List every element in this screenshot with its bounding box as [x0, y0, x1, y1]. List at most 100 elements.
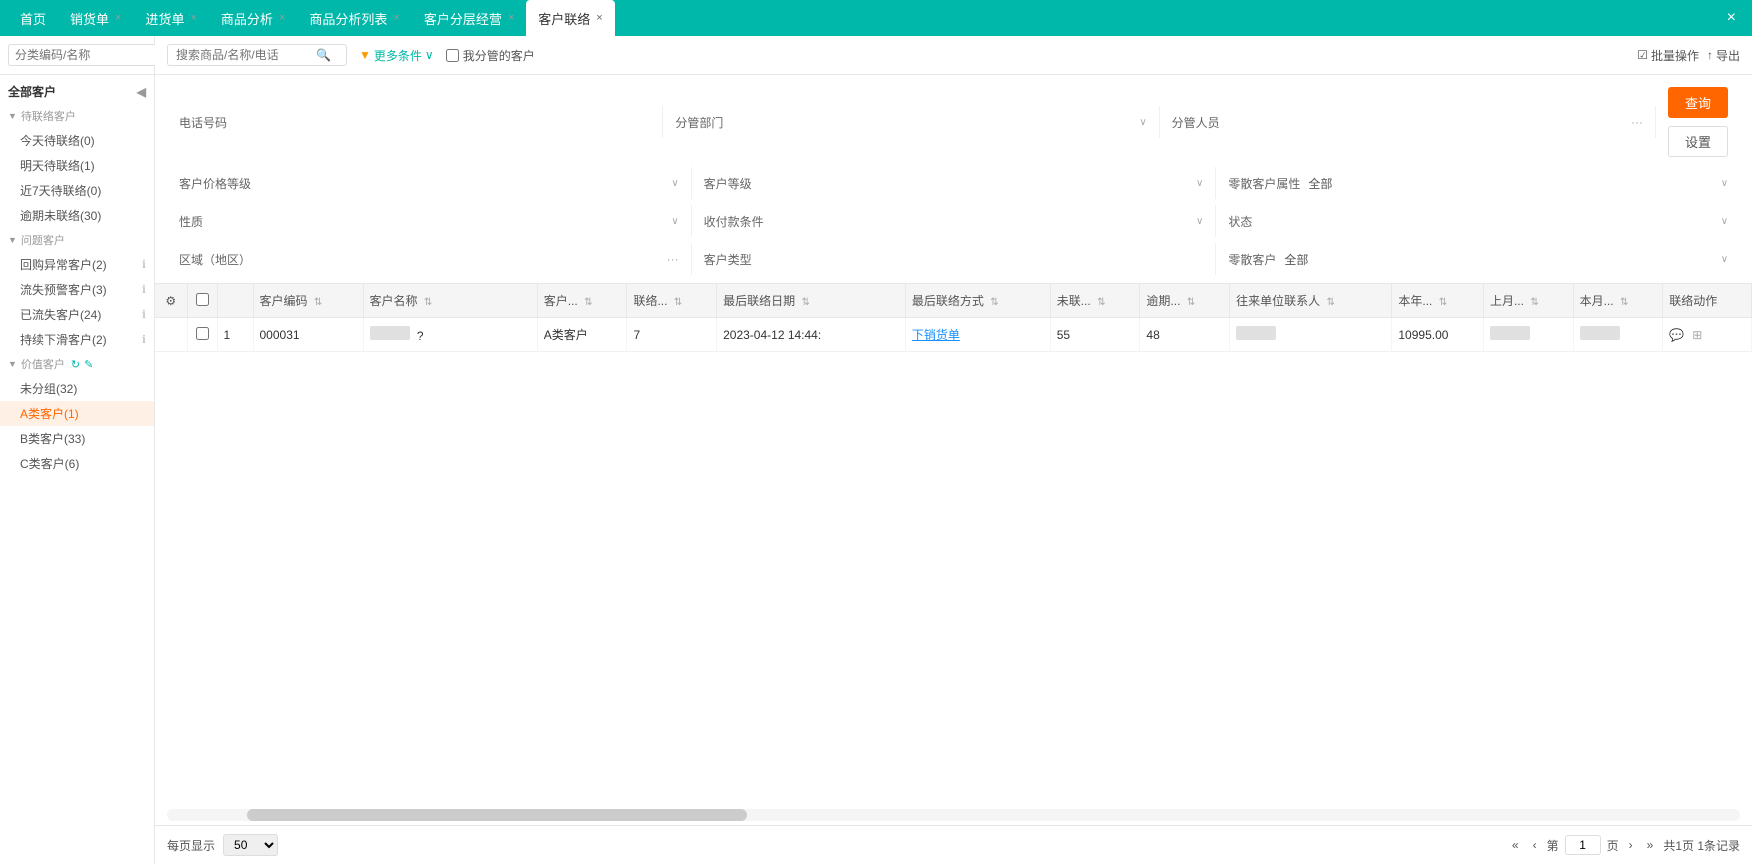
sidebar-item-overdue-contact[interactable]: 逾期未联络(30) — [0, 203, 154, 228]
this-month-block — [1580, 326, 1620, 340]
main-search-icon[interactable]: 🔍 — [316, 48, 331, 62]
scroll-thumb[interactable] — [247, 809, 747, 821]
sidebar-item-lost[interactable]: 已流失客户(24) ℹ — [0, 302, 154, 327]
sort-this-month-icon: ⇅ — [1620, 297, 1628, 308]
sort-last-method-icon: ⇅ — [990, 297, 998, 308]
nav-sales[interactable]: 销货单 × — [58, 0, 133, 36]
filter-nature: 性质 ∨ — [167, 205, 692, 237]
td-overdue: 48 — [1140, 318, 1230, 352]
row-checkbox[interactable] — [196, 327, 209, 340]
nav-analysis-list[interactable]: 商品分析列表 × — [297, 0, 411, 36]
th-this-month[interactable]: 本月... ⇅ — [1573, 284, 1663, 318]
status-select[interactable]: ∨ — [1260, 216, 1728, 227]
sidebar-item-a-class[interactable]: A类客户(1) — [0, 401, 154, 426]
nav-home[interactable]: 首页 — [8, 0, 58, 36]
th-uncontact[interactable]: 未联... ⇅ — [1050, 284, 1140, 318]
filter-row-2: 客户价格等级 ∨ 客户等级 ∨ 零散客户属性 全部 — [167, 167, 1740, 199]
close-analysis-list-tab[interactable]: × — [393, 12, 399, 24]
sidebar-section-problem[interactable]: 问题客户 — [0, 228, 154, 252]
nature-select[interactable]: ∨ — [211, 216, 679, 227]
retail-select[interactable]: 全部 ∨ — [1284, 251, 1728, 268]
th-this-year[interactable]: 本年... ⇅ — [1392, 284, 1484, 318]
my-customer-checkbox[interactable]: 我分管的客户 — [446, 47, 535, 64]
next-page-btn[interactable]: › — [1625, 838, 1637, 852]
close-all-icon[interactable]: × — [1719, 9, 1744, 26]
export-btn[interactable]: ↑ 导出 — [1707, 47, 1740, 64]
nav-analysis[interactable]: 商品分析 × — [209, 0, 297, 36]
sidebar-item-today-contact[interactable]: 今天待联络(0) — [0, 128, 154, 153]
close-analysis-tab[interactable]: × — [279, 12, 285, 24]
th-code[interactable]: 客户编码 ⇅ — [253, 284, 363, 318]
sidebar-section-value[interactable]: ▼ 价值客户 ↻ ✎ — [0, 352, 154, 376]
nav-customer-contact[interactable]: 客户联络 × — [526, 0, 614, 36]
horizontal-scrollbar[interactable] — [155, 805, 1752, 825]
batch-op-btn[interactable]: ☑ 批量操作 — [1637, 47, 1699, 64]
sidebar-item-churn-warning[interactable]: 流失预警客户(3) ℹ — [0, 277, 154, 302]
price-level-chevron-icon: ∨ — [671, 178, 678, 189]
table-wrapper[interactable]: ⚙ 客户编码 ⇅ 客户名称 ⇅ — [155, 284, 1752, 805]
close-segment-tab[interactable]: × — [508, 12, 514, 24]
nav-customer-segment[interactable]: 客户分层经营 × — [412, 0, 526, 36]
sidebar-item-b-class[interactable]: B类客户(33) — [0, 426, 154, 451]
sidebar-item-declining[interactable]: 持续下滑客户(2) ℹ — [0, 327, 154, 352]
td-action: 💬 ⊞ — [1663, 318, 1752, 352]
sidebar-collapse-icon[interactable]: ◀ — [137, 85, 146, 99]
close-purchase-tab[interactable]: × — [190, 12, 196, 24]
last-method-link[interactable]: 下销货单 — [912, 328, 960, 342]
filter-retail-attr: 零散客户属性 全部 ∨ — [1216, 167, 1740, 199]
th-type[interactable]: 客户... ⇅ — [537, 284, 627, 318]
query-button[interactable]: 查询 — [1668, 87, 1728, 118]
grid-icon[interactable]: ⊞ — [1692, 328, 1702, 342]
first-page-btn[interactable]: « — [1508, 838, 1523, 852]
sidebar-section-pending[interactable]: 待联络客户 — [0, 104, 154, 128]
select-all-checkbox[interactable] — [196, 293, 209, 306]
sidebar-item-tomorrow-contact[interactable]: 明天待联络(1) — [0, 153, 154, 178]
th-contact[interactable]: 联络... ⇅ — [627, 284, 717, 318]
page-number-input[interactable] — [1565, 835, 1601, 855]
payment-chevron-icon: ∨ — [1196, 216, 1203, 227]
td-type: A类客户 — [537, 318, 627, 352]
price-level-select[interactable]: ∨ — [259, 178, 679, 189]
my-customer-check[interactable] — [446, 49, 459, 62]
th-index — [217, 284, 253, 318]
sidebar-item-ungroup[interactable]: 未分组(32) — [0, 376, 154, 401]
last-page-btn[interactable]: » — [1643, 838, 1658, 852]
more-filter-btn[interactable]: ▼ 更多条件 ∨ — [359, 47, 434, 64]
th-last-method[interactable]: 最后联络方式 ⇅ — [905, 284, 1050, 318]
th-settings[interactable]: ⚙ — [155, 284, 187, 318]
sort-unit-contact-icon: ⇅ — [1326, 297, 1334, 308]
edit-icon[interactable]: ✎ — [84, 358, 93, 371]
nav-close-all[interactable]: × — [1719, 9, 1744, 27]
sidebar-item-abnormal[interactable]: 回购异常客户(2) ℹ — [0, 252, 154, 277]
region-select[interactable]: ··· — [259, 252, 679, 266]
sidebar-search-input[interactable] — [8, 44, 177, 66]
th-name[interactable]: 客户名称 ⇅ — [363, 284, 537, 318]
dept-select[interactable]: ∨ — [731, 117, 1146, 128]
close-sales-tab[interactable]: × — [115, 12, 121, 24]
settings-button[interactable]: 设置 — [1668, 126, 1728, 157]
sidebar-item-c-class[interactable]: C类客户(6) — [0, 451, 154, 476]
refresh-icon[interactable]: ↻ — [71, 358, 80, 371]
dept-label: 分管部门 — [675, 114, 723, 131]
comment-icon[interactable]: 💬 — [1669, 328, 1684, 342]
phone-input[interactable] — [235, 115, 650, 129]
sort-code-icon: ⇅ — [314, 297, 322, 308]
th-last-date[interactable]: 最后联络日期 ⇅ — [717, 284, 906, 318]
per-page-select[interactable]: 50 20 100 — [223, 834, 278, 856]
sidebar-all-customers[interactable]: 全部客户 ◀ — [0, 75, 154, 104]
nav-purchase[interactable]: 进货单 × — [133, 0, 208, 36]
prev-page-btn[interactable]: ‹ — [1529, 838, 1541, 852]
th-overdue[interactable]: 逾期... ⇅ — [1140, 284, 1230, 318]
th-unit-contact[interactable]: 往来单位联系人 ⇅ — [1230, 284, 1392, 318]
filter-icon: ▼ — [359, 48, 371, 62]
sidebar-item-7days-contact[interactable]: 近7天待联络(0) — [0, 178, 154, 203]
main-search-input[interactable] — [176, 48, 316, 62]
customer-level-select[interactable]: ∨ — [760, 178, 1204, 189]
payment-select[interactable]: ∨ — [772, 216, 1204, 227]
close-contact-tab[interactable]: × — [596, 12, 602, 24]
filter-bar: 🔍 ▼ 更多条件 ∨ 我分管的客户 ☑ 批量操作 ↑ 导出 — [155, 36, 1752, 75]
filter-customer-type: 客户类型 — [692, 243, 1217, 275]
manager-select[interactable]: ··· — [1228, 115, 1643, 129]
retail-attr-select[interactable]: 全部 ∨ — [1308, 175, 1728, 192]
th-last-month[interactable]: 上月... ⇅ — [1483, 284, 1573, 318]
